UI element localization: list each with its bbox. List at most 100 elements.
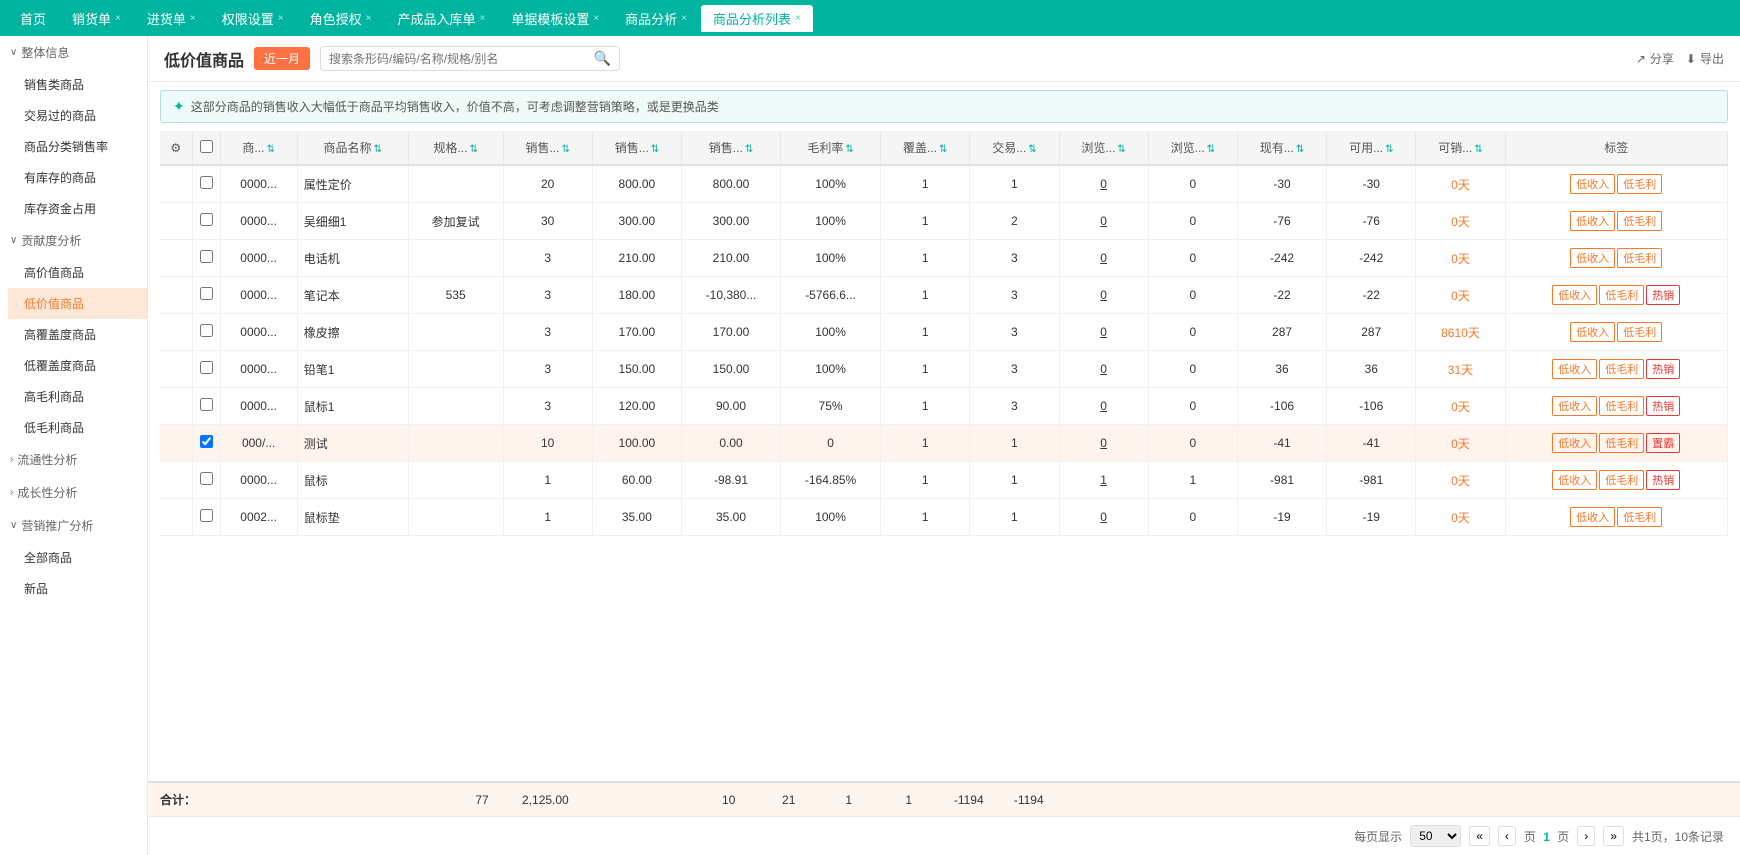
col-available[interactable]: 可用...⇅ (1327, 131, 1416, 165)
close-icon[interactable]: × (115, 13, 121, 24)
first-page-button[interactable]: « (1469, 826, 1490, 846)
close-icon[interactable]: × (593, 13, 599, 24)
nav-product-storage[interactable]: 产成品入库单 × (385, 5, 497, 32)
close-icon[interactable]: × (681, 13, 687, 24)
col-code[interactable]: 商...⇅ (220, 131, 297, 165)
nav-product-analysis[interactable]: 商品分析 × (613, 5, 699, 32)
search-icon[interactable]: 🔍 (594, 50, 611, 67)
row-browse1[interactable]: 0 (1059, 203, 1148, 240)
col-sellable[interactable]: 可销...⇅ (1416, 131, 1505, 165)
row-checkbox[interactable] (192, 351, 220, 388)
row-checkbox[interactable] (192, 165, 220, 203)
col-spec[interactable]: 规格...⇅ (408, 131, 503, 165)
sidebar-item-category-sales[interactable]: 商品分类销售率 (8, 131, 147, 162)
sidebar-item-stock-products[interactable]: 有库存的商品 (8, 162, 147, 193)
row-select-checkbox[interactable] (200, 472, 213, 485)
nav-product-analysis-list[interactable]: 商品分析列表 × (701, 5, 813, 32)
nav-permission[interactable]: 权限设置 × (210, 5, 296, 32)
row-checkbox[interactable] (192, 499, 220, 536)
col-browse1[interactable]: 浏览...⇅ (1059, 131, 1148, 165)
row-select-checkbox[interactable] (200, 398, 213, 411)
export-button[interactable]: ⬇ 导出 (1686, 50, 1724, 67)
row-checkbox[interactable] (192, 240, 220, 277)
sidebar-item-inventory-capital[interactable]: 库存资金占用 (8, 193, 147, 224)
row-browse1[interactable]: 0 (1059, 240, 1148, 277)
close-icon[interactable]: × (278, 13, 284, 24)
sidebar-item-sales-products[interactable]: 销售类商品 (8, 69, 147, 100)
row-browse1[interactable]: 0 (1059, 277, 1148, 314)
browse-link[interactable]: 0 (1100, 214, 1107, 228)
browse-link[interactable]: 0 (1100, 325, 1107, 339)
row-select-checkbox[interactable] (200, 213, 213, 226)
prev-page-button[interactable]: ‹ (1498, 826, 1516, 846)
nav-template-settings[interactable]: 单据模板设置 × (499, 5, 611, 32)
row-checkbox[interactable] (192, 462, 220, 499)
browse-link[interactable]: 0 (1100, 436, 1107, 450)
col-gross[interactable]: 毛利率⇅ (781, 131, 881, 165)
row-browse1[interactable]: 0 (1059, 388, 1148, 425)
row-select-checkbox[interactable] (200, 509, 213, 522)
row-checkbox[interactable] (192, 277, 220, 314)
row-checkbox[interactable] (192, 203, 220, 240)
row-checkbox[interactable] (192, 425, 220, 462)
row-checkbox[interactable] (192, 314, 220, 351)
last-page-button[interactable]: » (1603, 826, 1624, 846)
nav-role-auth[interactable]: 角色授权 × (298, 5, 384, 32)
nav-home[interactable]: 首页 (8, 5, 58, 32)
row-select-checkbox[interactable] (200, 250, 213, 263)
sidebar-item-high-coverage[interactable]: 高覆盖度商品 (8, 319, 147, 350)
col-browse2[interactable]: 浏览...⇅ (1148, 131, 1237, 165)
close-icon[interactable]: × (795, 13, 801, 24)
row-browse1[interactable]: 0 (1059, 499, 1148, 536)
row-select-checkbox[interactable] (200, 435, 213, 448)
next-page-button[interactable]: › (1577, 826, 1595, 846)
row-browse1[interactable]: 0 (1059, 165, 1148, 203)
sidebar-item-high-value[interactable]: 高价值商品 (8, 257, 147, 288)
settings-col-header[interactable]: ⚙ (160, 131, 192, 165)
sidebar-section-growth[interactable]: › 成长性分析 (0, 476, 147, 509)
sidebar-item-high-margin[interactable]: 高毛利商品 (8, 381, 147, 412)
sidebar-item-low-coverage[interactable]: 低覆盖度商品 (8, 350, 147, 381)
browse-link[interactable]: 0 (1100, 177, 1107, 191)
row-select-checkbox[interactable] (200, 324, 213, 337)
sidebar-item-new-products[interactable]: 新品 (8, 573, 147, 604)
col-trade[interactable]: 交易...⇅ (970, 131, 1059, 165)
close-icon[interactable]: × (190, 13, 196, 24)
sidebar-item-traded-products[interactable]: 交易过的商品 (8, 100, 147, 131)
col-name[interactable]: 商品名称⇅ (297, 131, 408, 165)
sidebar-section-marketing[interactable]: ∨ 营销推广分析 (0, 509, 147, 542)
sidebar-item-low-value[interactable]: 低价值商品 (8, 288, 147, 319)
sidebar-item-all-products[interactable]: 全部商品 (8, 542, 147, 573)
sidebar-item-low-margin[interactable]: 低毛利商品 (8, 412, 147, 443)
row-select-checkbox[interactable] (200, 361, 213, 374)
sidebar-section-contribution[interactable]: ∨ 贡献度分析 (0, 224, 147, 257)
browse-link[interactable]: 0 (1100, 399, 1107, 413)
nav-sales-order[interactable]: 销货单 × (60, 5, 133, 32)
browse-link[interactable]: 0 (1100, 288, 1107, 302)
col-sales2[interactable]: 销售...⇅ (682, 131, 781, 165)
row-browse1[interactable]: 0 (1059, 425, 1148, 462)
browse-link[interactable]: 1 (1100, 473, 1107, 487)
browse-link[interactable]: 0 (1100, 362, 1107, 376)
sidebar-section-circulation[interactable]: › 流通性分析 (0, 443, 147, 476)
browse-link[interactable]: 0 (1100, 510, 1107, 524)
nav-purchase-order[interactable]: 进货单 × (135, 5, 208, 32)
select-all-checkbox[interactable] (200, 140, 213, 153)
sidebar-section-overall[interactable]: ∨ 整体信息 (0, 36, 147, 69)
filter-period-button[interactable]: 近一月 (254, 47, 310, 70)
row-checkbox[interactable] (192, 388, 220, 425)
row-select-checkbox[interactable] (200, 287, 213, 300)
per-page-select[interactable]: 50 20 100 (1410, 825, 1461, 847)
row-browse1[interactable]: 0 (1059, 351, 1148, 388)
row-browse1[interactable]: 0 (1059, 314, 1148, 351)
col-current[interactable]: 现有...⇅ (1237, 131, 1326, 165)
row-browse1[interactable]: 1 (1059, 462, 1148, 499)
search-input[interactable] (329, 52, 590, 66)
row-select-checkbox[interactable] (200, 176, 213, 189)
browse-link[interactable]: 0 (1100, 251, 1107, 265)
close-icon[interactable]: × (479, 13, 485, 24)
col-qty[interactable]: 销售...⇅ (503, 131, 592, 165)
col-coverage[interactable]: 覆盖...⇅ (881, 131, 970, 165)
close-icon[interactable]: × (366, 13, 372, 24)
share-button[interactable]: ↗ 分享 (1636, 50, 1674, 67)
